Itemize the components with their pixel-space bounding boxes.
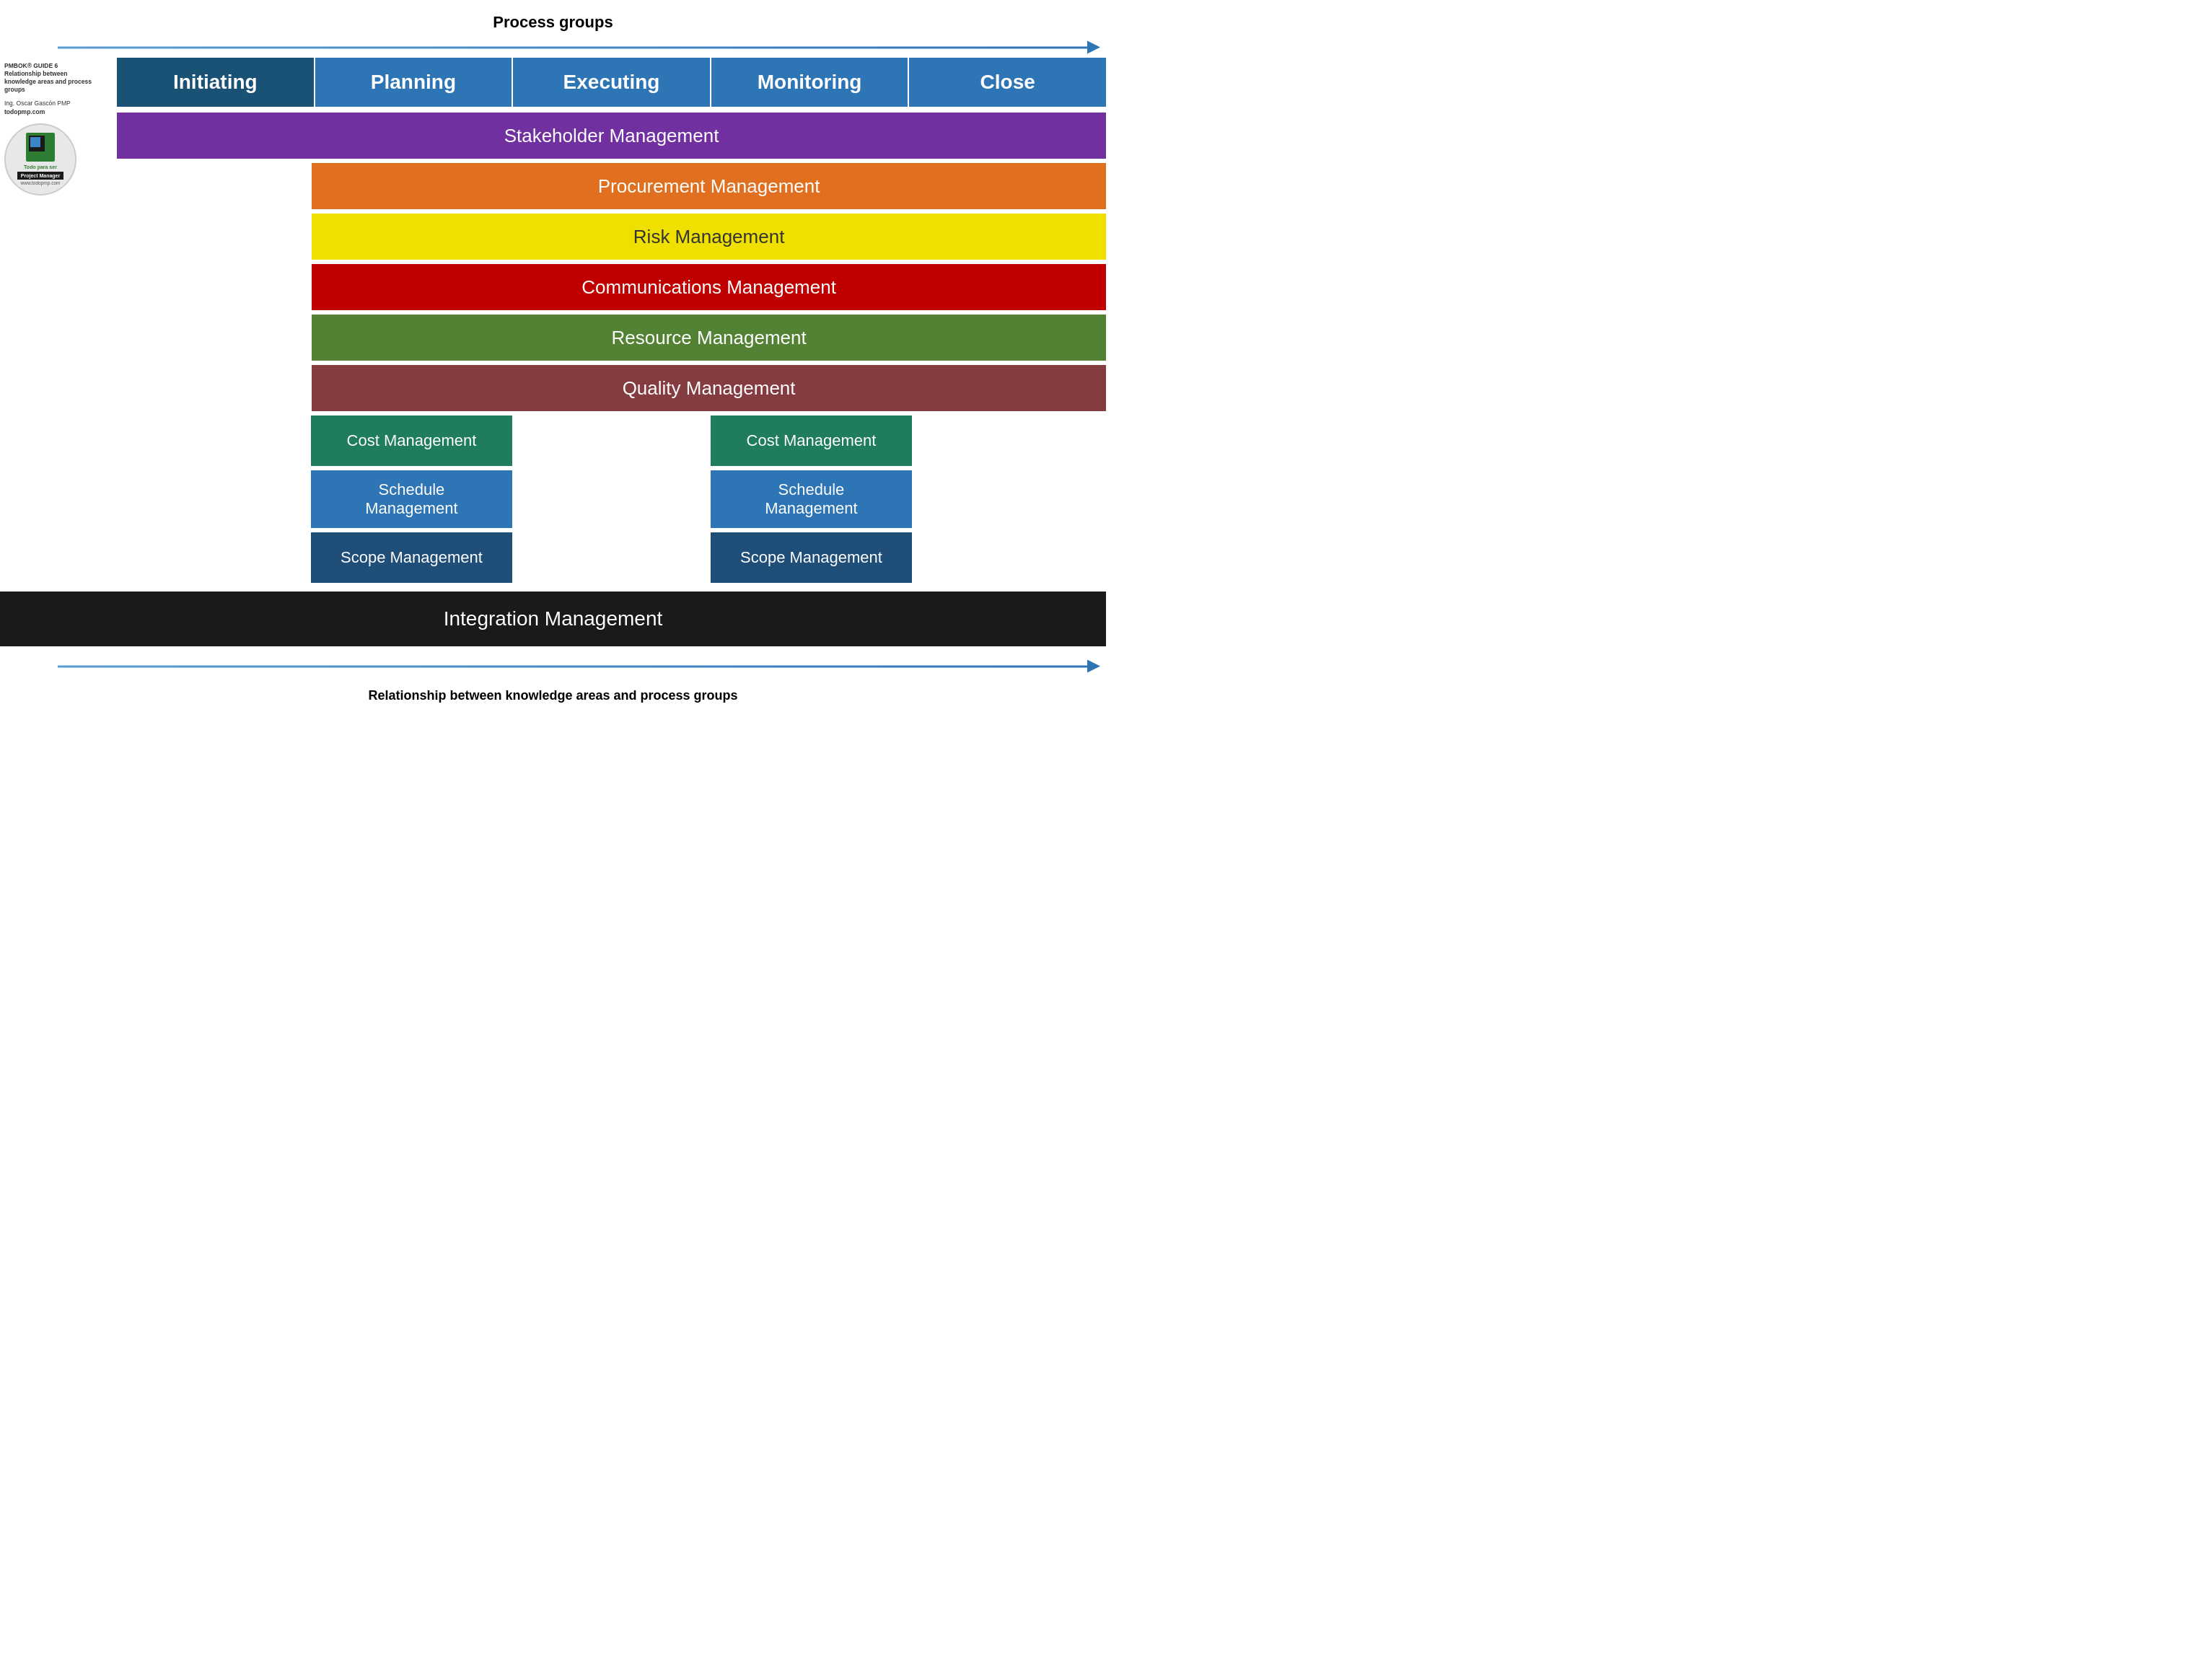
page-title: Process groups (0, 0, 1106, 38)
top-arrow (0, 38, 1106, 58)
cost-monitor: Cost Management (711, 416, 912, 466)
scope-plan: Scope Management (311, 532, 512, 583)
logo-top-text: Todo para ser (24, 164, 57, 170)
resource-bar: Resource Management (312, 315, 1106, 361)
scope-row: Scope Management Scope Management (117, 532, 1106, 583)
resource-row: Resource Management (117, 315, 1106, 361)
procurement-row: Procurement Management (117, 163, 1106, 209)
quality-init-empty (117, 365, 312, 411)
scope-close-empty (916, 532, 1106, 583)
schedule-init-empty (117, 470, 307, 528)
scope-exec-empty (517, 532, 706, 583)
scope-init-empty (117, 532, 307, 583)
header-planning: Planning (315, 58, 514, 107)
logo-bottom-text: www.todopmp.com (21, 180, 61, 186)
communications-bar: Communications Management (312, 264, 1106, 310)
schedule-row: ScheduleManagement ScheduleManagement (117, 470, 1106, 528)
scope-monitor: Scope Management (711, 532, 912, 583)
content-area: Initiating Planning Executing Monitoring… (117, 58, 1106, 589)
schedule-monitor: ScheduleManagement (711, 470, 912, 528)
cost-exec-empty (517, 416, 706, 466)
schedule-plan: ScheduleManagement (311, 470, 512, 528)
logo-mid-text: Project Manager (17, 172, 63, 180)
sidebar: PMBOK® GUIDE 6Relationship betweenknowle… (0, 58, 117, 589)
bottom-arrow (0, 656, 1106, 677)
sidebar-logo: Todo para ser Project Manager www.todopm… (4, 123, 76, 195)
stakeholder-row: Stakeholder Management (117, 113, 1106, 159)
quality-row: Quality Management (117, 365, 1106, 411)
schedule-close-empty (916, 470, 1106, 528)
risk-bar: Risk Management (312, 214, 1106, 260)
rows-container: Stakeholder Management Procurement Manag… (117, 107, 1106, 589)
header-close: Close (909, 58, 1106, 107)
header-initiating: Initiating (117, 58, 315, 107)
header-row: Initiating Planning Executing Monitoring… (117, 58, 1106, 107)
procurement-bar: Procurement Management (312, 163, 1106, 209)
cost-init-empty (117, 416, 307, 466)
stakeholder-bar: Stakeholder Management (117, 113, 1106, 159)
cost-row: Cost Management Cost Management (117, 416, 1106, 466)
sidebar-author: Ing. Oscar Gascón PMP (4, 100, 71, 107)
cost-plan: Cost Management (311, 416, 512, 466)
procurement-init-empty (117, 163, 312, 209)
cost-close-empty (916, 416, 1106, 466)
risk-row: Risk Management (117, 214, 1106, 260)
resource-init-empty (117, 315, 312, 361)
header-monitoring: Monitoring (711, 58, 910, 107)
comm-init-empty (117, 264, 312, 310)
quality-bar: Quality Management (312, 365, 1106, 411)
risk-init-empty (117, 214, 312, 260)
sidebar-website: todopmp.com (4, 108, 45, 116)
footer-text: Relationship between knowledge areas and… (0, 681, 1106, 715)
integration-row: Integration Management (0, 592, 1106, 646)
schedule-exec-empty (517, 470, 706, 528)
header-executing: Executing (513, 58, 711, 107)
sidebar-title: PMBOK® GUIDE 6Relationship betweenknowle… (4, 62, 92, 94)
communications-row: Communications Management (117, 264, 1106, 310)
